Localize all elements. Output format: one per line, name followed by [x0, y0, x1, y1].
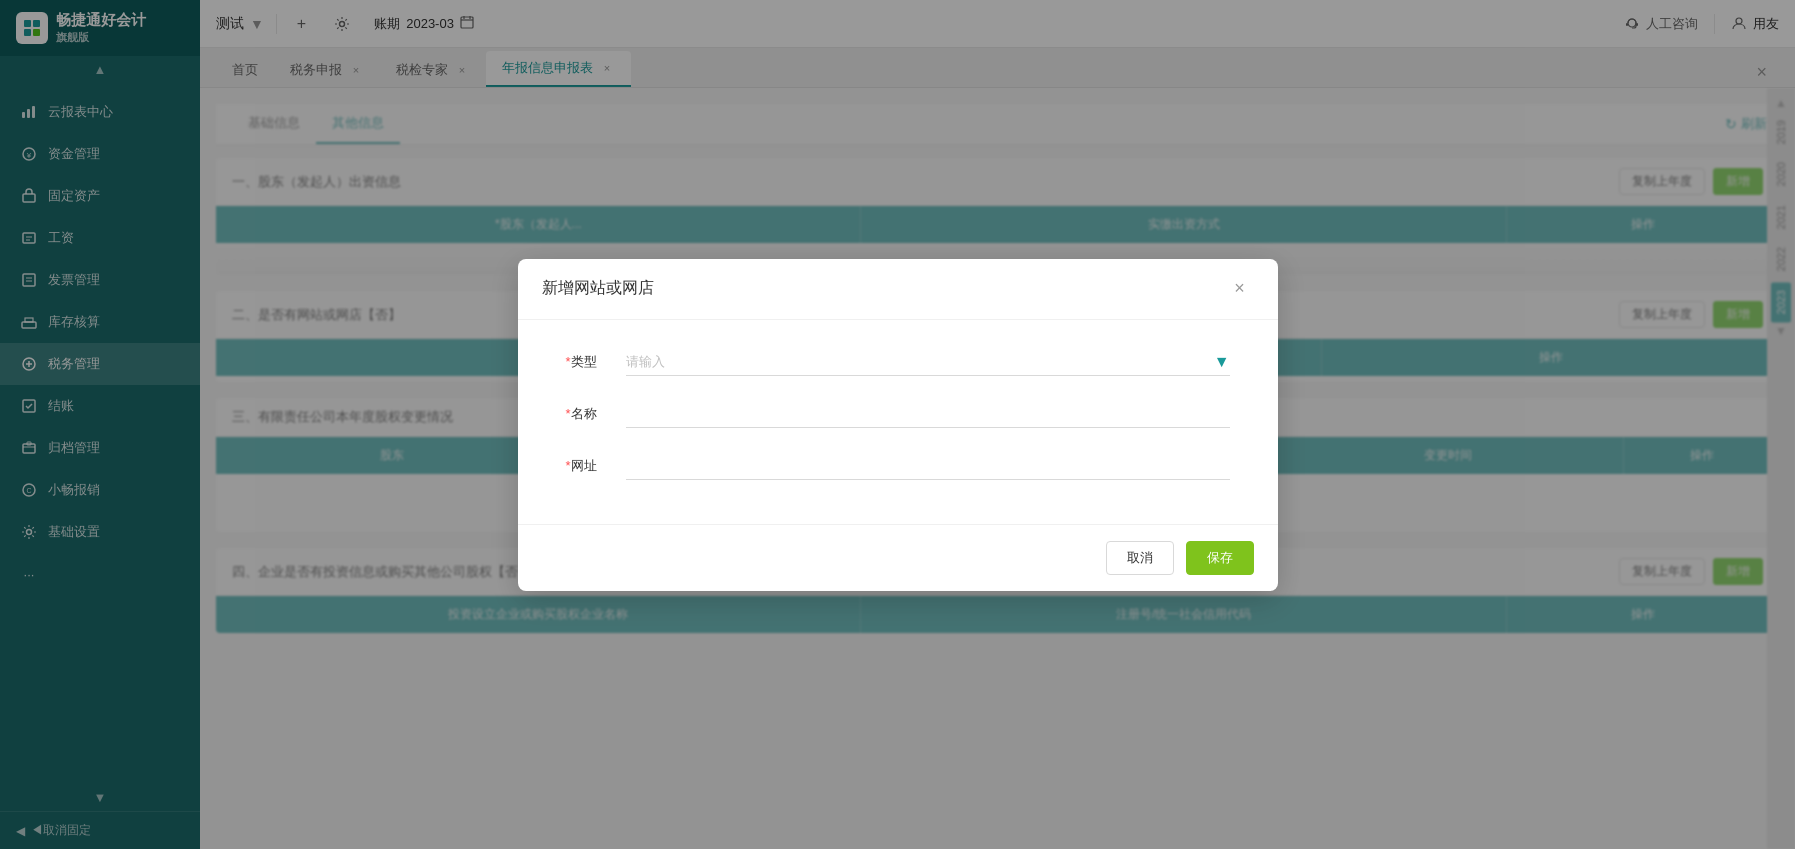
form-item-url: *网址: [566, 452, 1230, 480]
dialog-add-website: 新增网站或网店 × *类型 ▼ *名称: [518, 259, 1278, 591]
type-input[interactable]: [626, 348, 1230, 376]
cancel-button[interactable]: 取消: [1106, 541, 1174, 575]
url-input[interactable]: [626, 452, 1230, 480]
dialog-overlay: 新增网站或网店 × *类型 ▼ *名称: [0, 0, 1795, 849]
dialog-body: *类型 ▼ *名称 *网址: [518, 320, 1278, 524]
form-input-wrap-name: [626, 400, 1230, 428]
name-input[interactable]: [626, 400, 1230, 428]
form-input-wrap-url: [626, 452, 1230, 480]
dialog-title: 新增网站或网店: [542, 278, 654, 299]
form-label-name: *名称: [566, 405, 626, 423]
form-item-type: *类型 ▼: [566, 348, 1230, 376]
form-label-type: *类型: [566, 353, 626, 371]
form-input-wrap-type: ▼: [626, 348, 1230, 376]
dialog-close-btn[interactable]: ×: [1226, 275, 1254, 303]
save-button[interactable]: 保存: [1186, 541, 1254, 575]
form-item-name: *名称: [566, 400, 1230, 428]
dialog-footer: 取消 保存: [518, 524, 1278, 591]
dialog-header: 新增网站或网店 ×: [518, 259, 1278, 320]
form-label-url: *网址: [566, 457, 626, 475]
